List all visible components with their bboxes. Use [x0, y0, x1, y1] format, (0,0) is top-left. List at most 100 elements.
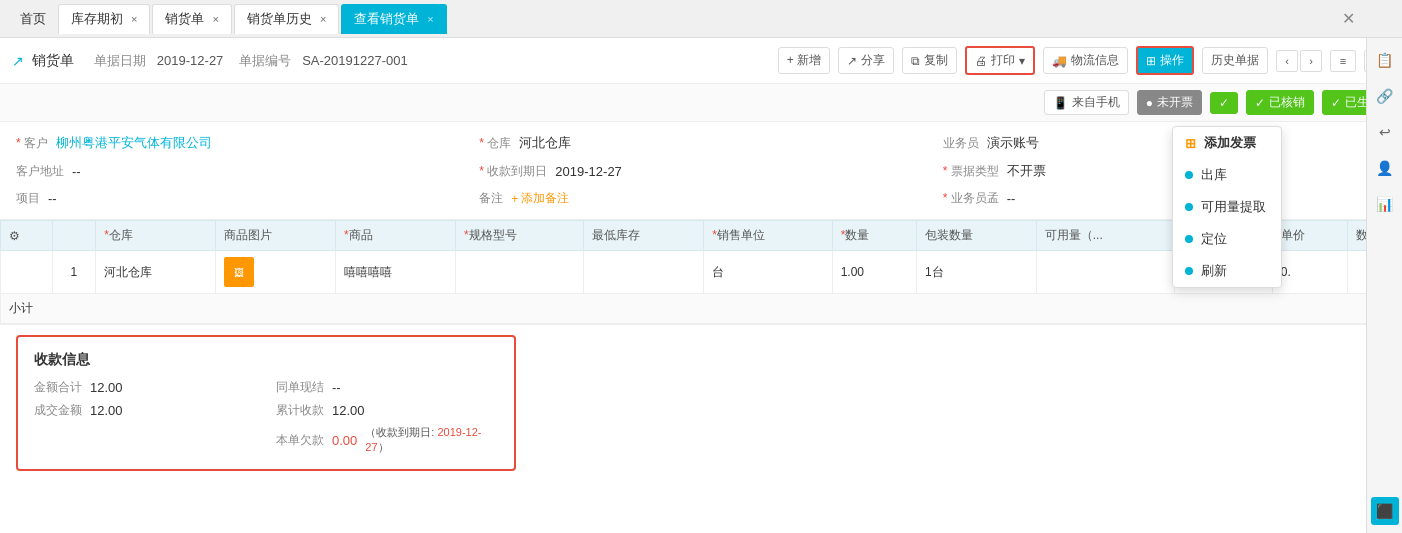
effective-icon: ✓ [1331, 96, 1341, 110]
sidebar-icon-expand[interactable]: ⬛ [1371, 497, 1399, 525]
salesperson-value: -- [1007, 191, 1016, 206]
right-sidebar: 📋 🔗 ↩ 👤 📊 ⬛ [1366, 38, 1402, 533]
pagination-arrows: ‹ › [1276, 50, 1322, 72]
row-qty-cell: 1.00 [832, 251, 916, 294]
row-price-cell: 0. [1272, 251, 1348, 294]
from-phone-button[interactable]: 📱 来自手机 [1044, 90, 1129, 115]
tab-sales-order[interactable]: 销货单 × [152, 4, 231, 34]
customer-value[interactable]: 柳州粤港平安气体有限公司 [56, 134, 212, 152]
product-image: 🖼 [224, 257, 254, 287]
add-invoice-item[interactable]: ⊞ 添加发票 [1173, 127, 1281, 159]
row-warehouse-cell: 河北仓库 [96, 251, 216, 294]
outstanding-row: 本单欠款 0.00 （收款到期日: 2019-12-27） [276, 425, 498, 455]
due-date-value: 2019-12-27 [555, 164, 622, 179]
col-img-header: 商品图片 [216, 221, 336, 251]
toolbar2: 📱 来自手机 ● 未开票 ✓ ✓ 已核销 ✓ 已生效 [0, 84, 1402, 122]
prev-arrow[interactable]: ‹ [1276, 50, 1298, 72]
col-warehouse-header: *仓库 [96, 221, 216, 251]
dot-icon-refresh [1185, 267, 1193, 275]
same-settlement-value: -- [332, 380, 341, 395]
main-content: ↗ 销货单 单据日期 2019-12-27 单据编号 SA-20191227-0… [0, 38, 1402, 533]
col-settings[interactable]: ⚙ [1, 221, 53, 251]
tab-view-sales[interactable]: 查看销货单 × [341, 4, 446, 34]
summary-area: 收款信息 金额合计 12.00 成交金额 12.00 同单现结 -- [16, 335, 516, 471]
tab-sales-history[interactable]: 销货单历史 × [234, 4, 339, 34]
locate-item[interactable]: 定位 [1173, 223, 1281, 255]
dot-icon-outbound [1185, 171, 1193, 179]
staff-value: 演示账号 [987, 134, 1039, 152]
row-unit-cell: 台 [704, 251, 832, 294]
staff-field: 业务员 演示账号 [943, 134, 1386, 152]
check-icon-btn[interactable]: ✓ [1210, 92, 1238, 114]
operations-button[interactable]: ⊞ 操作 [1136, 46, 1194, 75]
customer-field: * * 客户客户 柳州粤港平安气体有限公司 [16, 134, 459, 152]
refresh-item[interactable]: 刷新 [1173, 255, 1281, 287]
due-date-field: * 收款到期日 2019-12-27 [479, 162, 922, 180]
cumulative-payment-value: 12.00 [332, 403, 365, 418]
share-button[interactable]: ↗ 分享 [838, 47, 894, 74]
add-remark-button[interactable]: + + 添加备注添加备注 [511, 190, 569, 207]
sidebar-icon-doc[interactable]: 📋 [1371, 46, 1399, 74]
plus-icon: + [511, 192, 518, 206]
row-img-cell: 🖼 [216, 251, 336, 294]
same-settlement-row: 同单现结 -- [276, 379, 498, 396]
row-pkg-cell: 1台 [916, 251, 1036, 294]
logistics-button[interactable]: 🚚 物流信息 [1043, 47, 1128, 74]
view-toggle-list[interactable]: ≡ [1330, 50, 1356, 72]
ticket-type-value: 不开票 [1007, 162, 1046, 180]
row-minstock-cell [584, 251, 704, 294]
operations-dropdown: ⊞ 添加发票 出库 可用量提取 定位 刷新 [1172, 126, 1282, 288]
summary-grid: 金额合计 12.00 成交金额 12.00 同单现结 -- 累计收款 [34, 379, 498, 455]
col-unit-header: *销售单位 [704, 221, 832, 251]
not-open-button[interactable]: ● 未开票 [1137, 90, 1202, 115]
truck-icon: 🚚 [1052, 54, 1067, 68]
doc-title: ↗ 销货单 [12, 52, 74, 70]
grid-icon-menu: ⊞ [1185, 136, 1196, 151]
tab-close-sales[interactable]: × [212, 13, 218, 25]
tab-close-inventory[interactable]: × [131, 13, 137, 25]
subtotal-cell: 小计 [1, 294, 1402, 324]
next-arrow[interactable]: › [1300, 50, 1322, 72]
sidebar-icon-chart[interactable]: 📊 [1371, 190, 1399, 218]
history-button[interactable]: 历史单据 [1202, 47, 1268, 74]
tab-home[interactable]: 首页 [8, 10, 58, 28]
sidebar-icon-return[interactable]: ↩ [1371, 118, 1399, 146]
dot-icon-available [1185, 203, 1193, 211]
sidebar-icon-link[interactable]: 🔗 [1371, 82, 1399, 110]
doc-number-item: 单据编号 SA-20191227-001 [239, 52, 407, 70]
phone-icon: 📱 [1053, 96, 1068, 110]
tab-bar: 首页 库存期初 × 销货单 × 销货单历史 × 查看销货单 × ✕ [0, 0, 1402, 38]
summary-title: 收款信息 [34, 351, 498, 369]
address-value: -- [72, 164, 81, 179]
col-product-header: *商品 [336, 221, 456, 251]
doc-meta: 单据日期 2019-12-27 单据编号 SA-20191227-001 [94, 52, 408, 70]
subtotal-row: 小计 [1, 294, 1402, 324]
verified-button[interactable]: ✓ 已核销 [1246, 90, 1314, 115]
project-field: 项目 -- [16, 190, 459, 207]
tab-close-view-sales[interactable]: × [427, 13, 433, 25]
dot-icon-locate [1185, 235, 1193, 243]
total-amount-row: 金额合计 12.00 [34, 379, 256, 396]
copy-button[interactable]: ⧉ 复制 [902, 47, 957, 74]
warehouse-field: * 仓库 河北仓库 [479, 134, 922, 152]
address-field: 客户地址 -- [16, 162, 459, 180]
print-button[interactable]: 🖨 打印 ▾ [965, 46, 1035, 75]
doc-type-icon: ↗ [12, 53, 24, 69]
tab-close-history[interactable]: × [320, 13, 326, 25]
toolbar: + 新增 ↗ 分享 ⧉ 复制 🖨 打印 ▾ 🚚 物流信息 [778, 46, 1390, 75]
project-value: -- [48, 191, 57, 206]
col-price-header: 单价 [1272, 221, 1348, 251]
print-dropdown-arrow: ▾ [1019, 54, 1025, 68]
doc-type-label: 销货单 [32, 52, 74, 70]
tab-inventory-open[interactable]: 库存期初 × [58, 4, 150, 34]
row-num-cell: 1 [52, 251, 96, 294]
row-spec-cell [455, 251, 583, 294]
copy-icon: ⧉ [911, 54, 920, 68]
sidebar-icon-user[interactable]: 👤 [1371, 154, 1399, 182]
window-close-button[interactable]: ✕ [1330, 0, 1366, 36]
available-qty-item[interactable]: 可用量提取 [1173, 191, 1281, 223]
outstanding-value: 0.00 [332, 433, 357, 448]
new-button[interactable]: + 新增 [778, 47, 830, 74]
outbound-item[interactable]: 出库 [1173, 159, 1281, 191]
row-product-cell: 嘻嘻嘻嘻 [336, 251, 456, 294]
